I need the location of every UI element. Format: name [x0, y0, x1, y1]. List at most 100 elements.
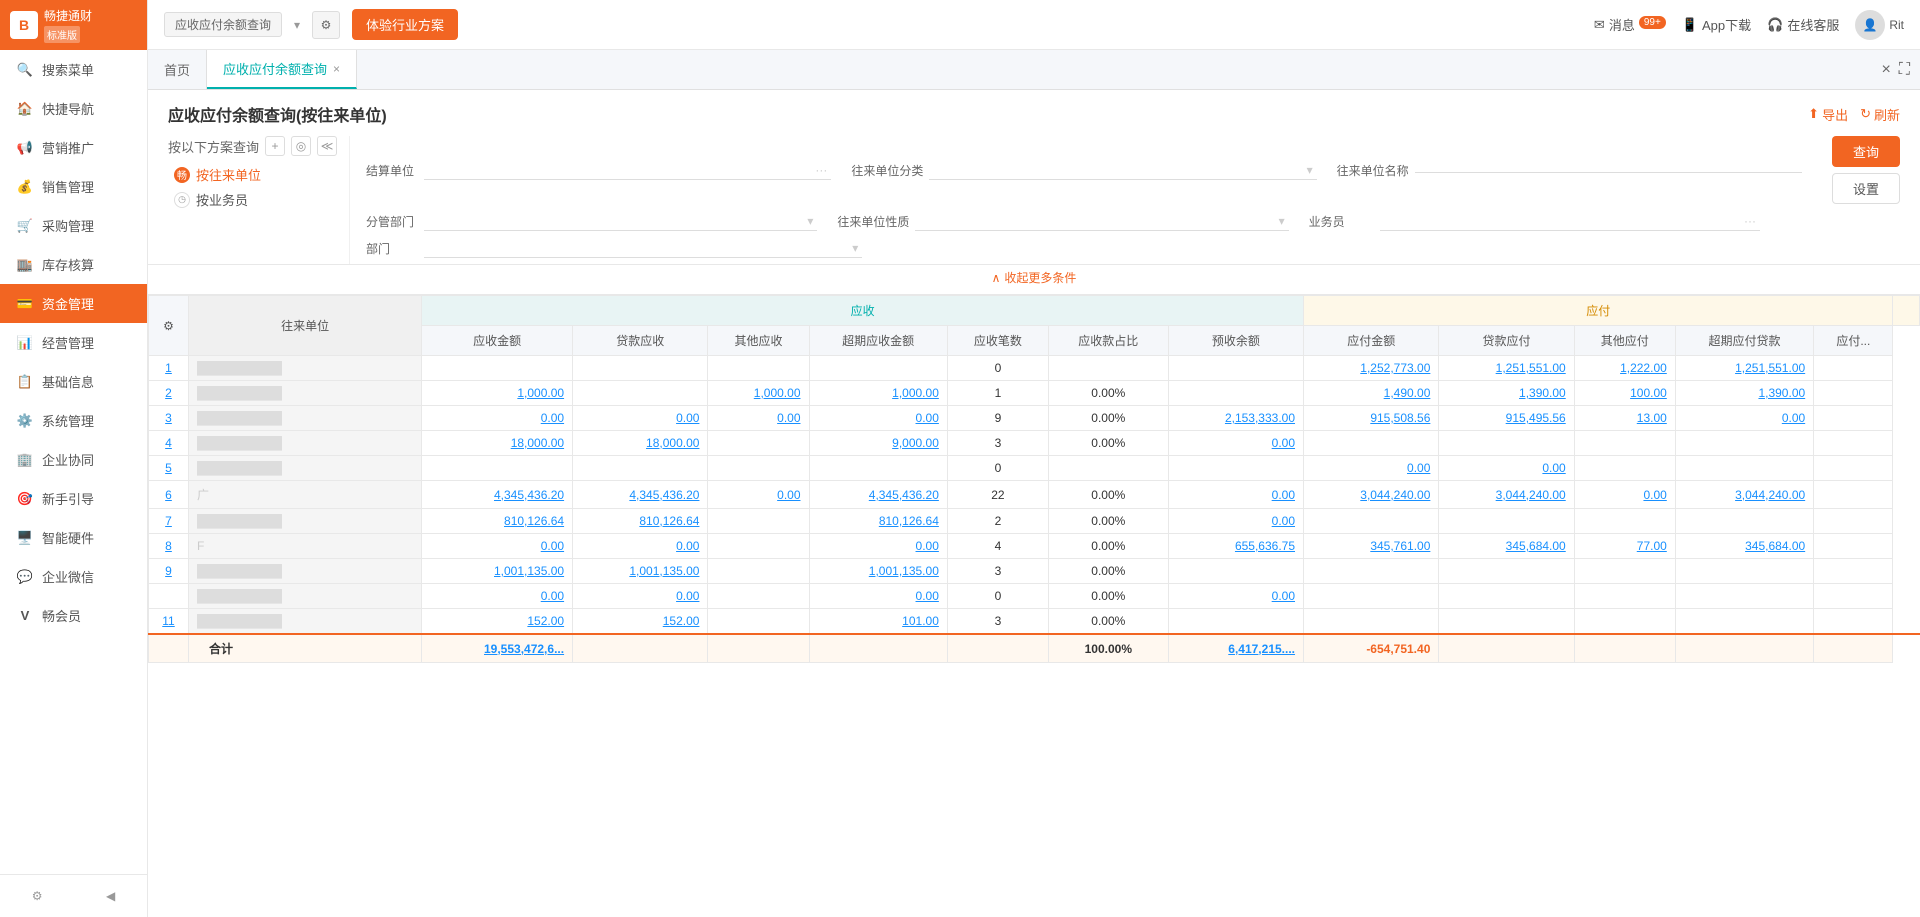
sidebar-item-business[interactable]: 📊 经营管理	[0, 323, 147, 362]
sidebar-item-wechat[interactable]: 💬 企业微信	[0, 557, 147, 596]
rec-count-cell[interactable]: 3	[947, 431, 1048, 456]
pay-amount-cell[interactable]: 0.00	[1304, 456, 1439, 481]
partner-category-select[interactable]: ▾	[929, 161, 1316, 180]
rec-count-cell[interactable]: 4	[947, 534, 1048, 559]
salesman-input[interactable]: ···	[1380, 212, 1760, 231]
solution-button[interactable]: 体验行业方案	[352, 9, 458, 40]
rec-amount-cell[interactable]: 0.00	[422, 406, 573, 431]
row-num[interactable]: 6	[149, 481, 189, 509]
partner-name-input[interactable]	[1415, 168, 1802, 173]
topbar-dropdown-arrow[interactable]: ▾	[294, 18, 300, 32]
rec-count-cell[interactable]: 9	[947, 406, 1048, 431]
rec-amount-cell[interactable]: 0.00	[422, 584, 573, 609]
sidebar-item-purchase[interactable]: 🛒 采购管理	[0, 206, 147, 245]
sidebar-item-guide[interactable]: 🎯 新手引导	[0, 479, 147, 518]
sidebar-collapse-button[interactable]: ◀	[98, 885, 123, 907]
rec-ratio-cell[interactable]: 0.00%	[1048, 509, 1168, 534]
data-table-wrapper[interactable]: ⚙ 往来单位 应收 应付 应收金额 贷款应收 其他应收 超期应收金额 应收笔数 …	[148, 295, 1920, 917]
loan-rec-cell[interactable]: 0.00	[573, 584, 708, 609]
rec-ratio-cell[interactable]: 0.00%	[1048, 559, 1168, 584]
rec-amount-cell[interactable]: 0.00	[422, 534, 573, 559]
topbar-gear-button[interactable]: ⚙	[312, 11, 340, 39]
rec-count-cell[interactable]: 1	[947, 381, 1048, 406]
prepaid-cell[interactable]: 655,636.75	[1168, 534, 1303, 559]
tab-receivable-query[interactable]: 应收应付余额查询 ×	[207, 50, 357, 89]
overdue-pay-cell[interactable]: 3,044,240.00	[1675, 481, 1813, 509]
overdue-pay-cell[interactable]: 0.00	[1675, 406, 1813, 431]
other-pay-cell[interactable]: 13.00	[1574, 406, 1675, 431]
export-button[interactable]: ⬆ 导出	[1808, 105, 1848, 124]
prepaid-cell[interactable]: 0.00	[1168, 509, 1303, 534]
pay-amount-cell[interactable]: 915,508.56	[1304, 406, 1439, 431]
overdue-pay-cell[interactable]: 345,684.00	[1675, 534, 1813, 559]
loan-pay-cell[interactable]: 1,390.00	[1439, 381, 1574, 406]
filter-arrow-button[interactable]: ≪	[317, 136, 337, 156]
online-service-button[interactable]: 🎧 在线客服	[1767, 15, 1839, 34]
other-pay-cell[interactable]: 100.00	[1574, 381, 1675, 406]
other-rec-cell[interactable]: 0.00	[708, 481, 809, 509]
rec-ratio-cell[interactable]: 0.00%	[1048, 431, 1168, 456]
app-download-button[interactable]: 📱 App下载	[1682, 15, 1751, 34]
filter-collapse-button[interactable]: ∧ 收起更多条件	[148, 265, 1920, 295]
rec-amount-cell[interactable]: 1,000.00	[422, 381, 573, 406]
partner-nature-select[interactable]: ▾	[915, 212, 1288, 231]
filter-scheme-item-partner[interactable]: 畅 按往来单位	[168, 162, 337, 187]
overdue-rec-cell[interactable]: 4,345,436.20	[809, 481, 947, 509]
row-num[interactable]: 7	[149, 509, 189, 534]
overdue-pay-cell[interactable]: 1,251,551.00	[1675, 356, 1813, 381]
rec-ratio-cell[interactable]: 0.00%	[1048, 534, 1168, 559]
query-button[interactable]: 查询	[1832, 136, 1900, 167]
pay-amount-cell[interactable]: 3,044,240.00	[1304, 481, 1439, 509]
overdue-rec-cell[interactable]: 0.00	[809, 584, 947, 609]
pay-amount-cell[interactable]: 1,252,773.00	[1304, 356, 1439, 381]
sidebar-item-sales[interactable]: 💰 销售管理	[0, 167, 147, 206]
other-pay-cell[interactable]: 1,222.00	[1574, 356, 1675, 381]
tab-home[interactable]: 首页	[148, 50, 207, 89]
division-dept-select[interactable]: ▾	[424, 212, 817, 231]
sidebar-item-search-menu[interactable]: 🔍 搜索菜单	[0, 50, 147, 89]
row-num[interactable]: 4	[149, 431, 189, 456]
loan-pay-cell[interactable]: 1,251,551.00	[1439, 356, 1574, 381]
overdue-rec-cell[interactable]: 1,001,135.00	[809, 559, 947, 584]
overdue-rec-cell[interactable]: 0.00	[809, 534, 947, 559]
loan-rec-cell[interactable]: 4,345,436.20	[573, 481, 708, 509]
user-area[interactable]: 👤 Rit	[1855, 10, 1904, 40]
loan-rec-cell[interactable]: 18,000.00	[573, 431, 708, 456]
filter-scheme-item-salesman[interactable]: ◷ 按业务员	[168, 187, 337, 212]
prepaid-cell[interactable]: 0.00	[1168, 431, 1303, 456]
messages-button[interactable]: ✉ 消息 99+	[1594, 15, 1666, 34]
rec-ratio-cell[interactable]: 0.00%	[1048, 609, 1168, 635]
other-rec-cell[interactable]: 0.00	[708, 406, 809, 431]
overdue-rec-cell[interactable]: 101.00	[809, 609, 947, 635]
row-num[interactable]: 5	[149, 456, 189, 481]
row-num[interactable]: 8	[149, 534, 189, 559]
loan-rec-cell[interactable]: 0.00	[573, 406, 708, 431]
loan-pay-cell[interactable]: 915,495.56	[1439, 406, 1574, 431]
overdue-rec-cell[interactable]: 810,126.64	[809, 509, 947, 534]
sidebar-settings-button[interactable]: ⚙	[24, 885, 51, 907]
sidebar-item-system[interactable]: ⚙️ 系统管理	[0, 401, 147, 440]
rec-count-cell[interactable]: 0	[947, 356, 1048, 381]
rec-count-cell[interactable]: 3	[947, 559, 1048, 584]
rec-ratio-cell[interactable]: 0.00%	[1048, 481, 1168, 509]
sidebar-item-hardware[interactable]: 🖥️ 智能硬件	[0, 518, 147, 557]
department-select[interactable]: ▾	[424, 239, 862, 258]
prepaid-cell[interactable]: 0.00	[1168, 584, 1303, 609]
prepaid-cell[interactable]: 2,153,333.00	[1168, 406, 1303, 431]
rec-count-cell[interactable]: 22	[947, 481, 1048, 509]
rec-amount-cell[interactable]: 152.00	[422, 609, 573, 635]
rec-count-cell[interactable]: 0	[947, 584, 1048, 609]
other-pay-cell[interactable]: 77.00	[1574, 534, 1675, 559]
settings-icon[interactable]: ⚙	[163, 319, 174, 333]
loan-rec-cell[interactable]: 152.00	[573, 609, 708, 635]
sidebar-item-quick-nav[interactable]: 🏠 快捷导航	[0, 89, 147, 128]
overdue-pay-cell[interactable]: 1,390.00	[1675, 381, 1813, 406]
loan-pay-cell[interactable]: 3,044,240.00	[1439, 481, 1574, 509]
rec-amount-cell[interactable]: 810,126.64	[422, 509, 573, 534]
sidebar-item-marketing[interactable]: 📢 营销推广	[0, 128, 147, 167]
loan-rec-cell[interactable]: 0.00	[573, 534, 708, 559]
sidebar-item-enterprise[interactable]: 🏢 企业协同	[0, 440, 147, 479]
overdue-rec-cell[interactable]: 9,000.00	[809, 431, 947, 456]
sidebar-item-vip[interactable]: V 畅会员	[0, 596, 147, 635]
rec-count-cell[interactable]: 2	[947, 509, 1048, 534]
